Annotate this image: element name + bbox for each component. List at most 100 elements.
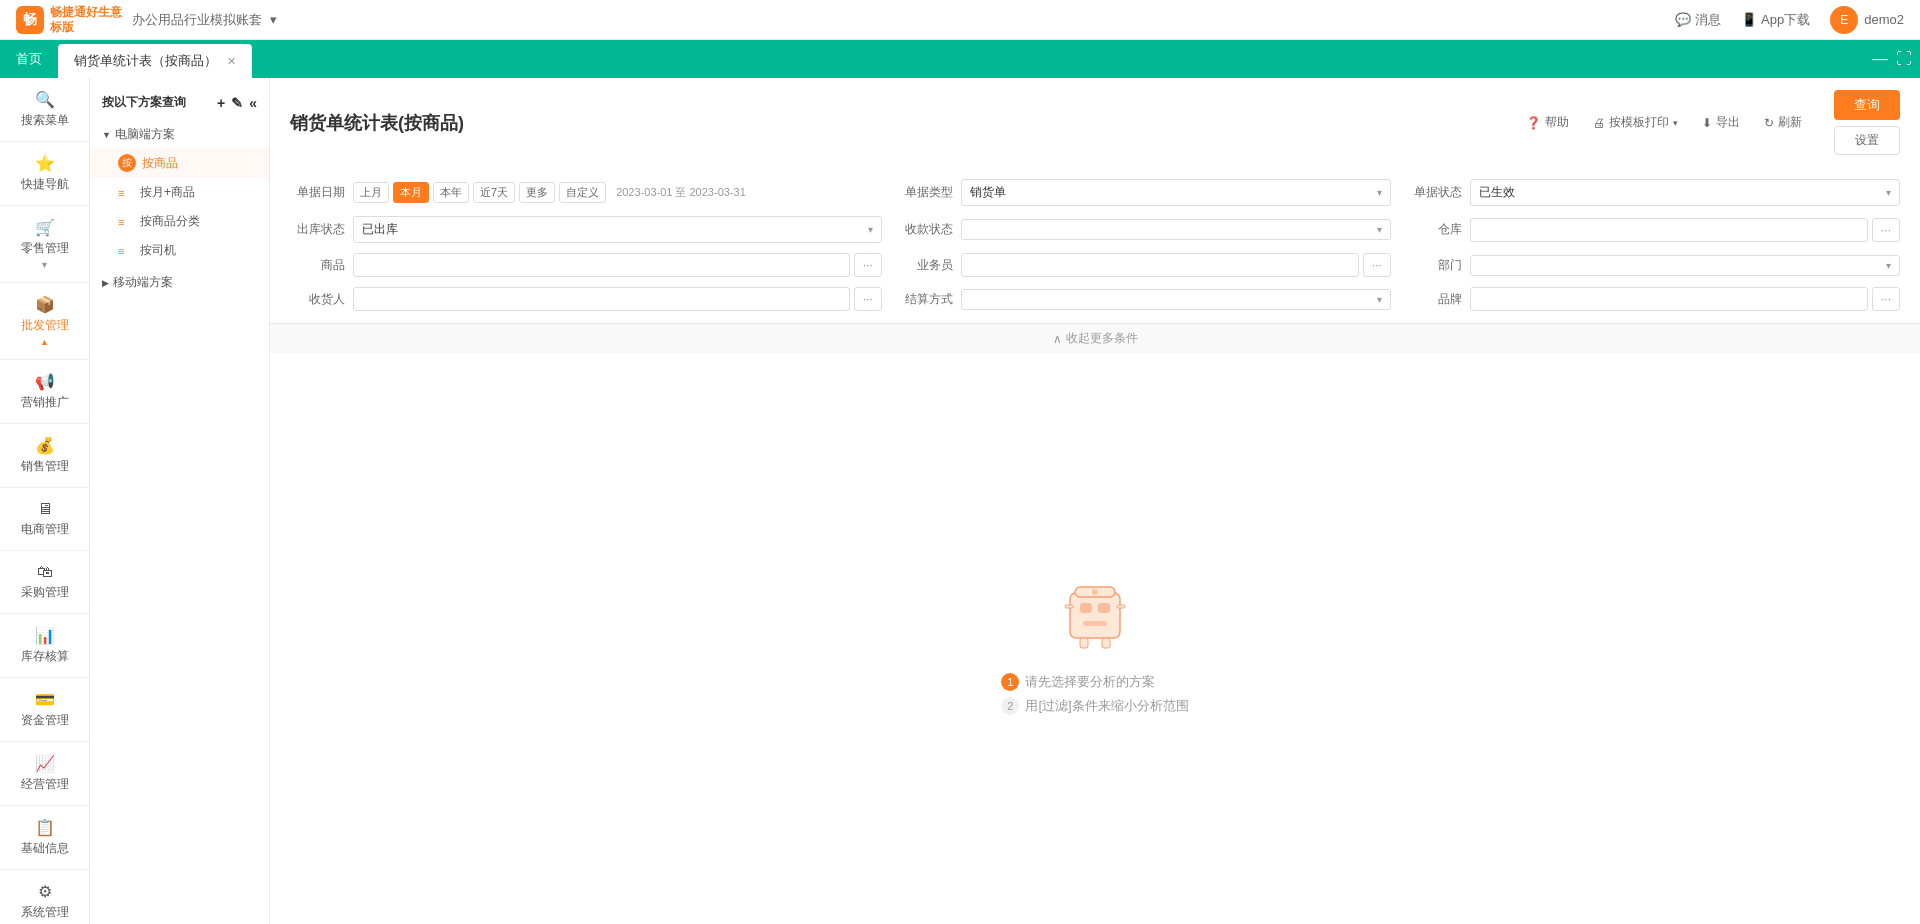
settings-btn[interactable]: 设置 — [1834, 126, 1900, 155]
scheme-item-by-cashier[interactable]: ≡ 按司机 — [90, 236, 269, 265]
left-panel-header: 按以下方案查询 + ✎ « — [90, 88, 269, 117]
app-download-action[interactable]: 📱 App下载 — [1741, 11, 1810, 29]
print-template-btn[interactable]: 🖨 按模板打印 ▾ — [1585, 110, 1686, 135]
docstatus-select[interactable]: 已生效 ▾ — [1470, 179, 1900, 206]
page-actions: ❓ 帮助 🖨 按模板打印 ▾ ⬇ 导出 ↻ — [1518, 90, 1900, 155]
sidebar-item-wholesale[interactable]: 📦 批发管理 ▲ — [0, 283, 89, 360]
brand-ellipsis-btn[interactable]: ··· — [1872, 287, 1900, 311]
filter-row-1: 单据日期 上月 本月 本年 近7天 更多 自定义 2023-03-01 至 20… — [290, 179, 1900, 206]
inventory-icon: 📊 — [35, 626, 55, 645]
filter-wrapper: 销货单统计表(按商品) ❓ 帮助 🖨 按模板打印 ▾ ⬇ — [270, 78, 1920, 353]
filter-row-2: 出库状态 已出库 ▾ 收款状态 — [290, 216, 1900, 243]
settlement-select[interactable]: ▾ — [961, 289, 1391, 310]
refresh-btn[interactable]: ↻ 刷新 — [1756, 110, 1810, 135]
outstatus-label: 出库状态 — [290, 221, 345, 238]
sidebar-item-marketing[interactable]: 📢 营销推广 — [0, 360, 89, 424]
app-title: 办公用品行业模拟账套 ▾ — [132, 11, 277, 29]
payment-chevron-icon: ▾ — [1377, 224, 1382, 235]
payment-select[interactable]: ▾ — [961, 219, 1391, 240]
svg-rect-1 — [1080, 603, 1092, 613]
salesperson-input[interactable] — [961, 253, 1359, 277]
tab-maximize-btn[interactable]: ⛶ — [1896, 51, 1912, 67]
date-btn-this-year[interactable]: 本年 — [433, 182, 469, 203]
header-right: 💬 消息 📱 App下载 E demo2 — [1675, 6, 1904, 34]
quick-nav-icon: ⭐ — [35, 154, 55, 173]
help-btn[interactable]: ❓ 帮助 — [1518, 110, 1577, 135]
sidebar-item-search-menu[interactable]: 🔍 搜索菜单 — [0, 78, 89, 142]
marketing-icon: 📢 — [35, 372, 55, 391]
logo-icon: 畅 — [16, 6, 44, 34]
tab-bar: 首页 销货单统计表（按商品） ✕ — ⛶ — [0, 40, 1920, 78]
export-btn[interactable]: ⬇ 导出 — [1694, 110, 1748, 135]
pc-scheme-title[interactable]: ▼ 电脑端方案 — [90, 121, 269, 148]
svg-rect-5 — [1117, 605, 1125, 608]
date-btn-this-month[interactable]: 本月 — [393, 182, 429, 203]
doctype-select[interactable]: 销货单 ▾ — [961, 179, 1391, 206]
user-area[interactable]: E demo2 — [1830, 6, 1904, 34]
edit-scheme-btn[interactable]: ✎ — [231, 95, 243, 111]
sidebar-item-inventory[interactable]: 📊 库存核算 — [0, 614, 89, 678]
scheme-item-by-product-category[interactable]: ≡ 按商品分类 — [90, 207, 269, 236]
date-label: 单据日期 — [290, 184, 345, 201]
date-btn-more[interactable]: 更多 — [519, 182, 555, 203]
mobile-scheme-title[interactable]: ▶ 移动端方案 — [90, 269, 269, 296]
filter-department-field: 部门 ▾ — [1407, 255, 1900, 276]
collapse-bar[interactable]: ∧ 收起更多条件 — [270, 323, 1920, 353]
date-shortcuts: 上月 本月 本年 近7天 更多 自定义 2023-03-01 至 2023-03… — [353, 182, 746, 203]
filter-salesperson-field: 业务员 ··· — [898, 253, 1391, 277]
brand-input[interactable] — [1470, 287, 1868, 311]
tab-close-icon[interactable]: ✕ — [227, 55, 236, 68]
date-btn-last-month[interactable]: 上月 — [353, 182, 389, 203]
empty-tips: 1 请先选择要分析的方案 2 用[过滤]条件来缩小分析范围 — [1001, 673, 1188, 715]
add-scheme-btn[interactable]: + — [217, 95, 225, 111]
date-control: 上月 本月 本年 近7天 更多 自定义 2023-03-01 至 2023-03… — [353, 182, 882, 203]
receiver-ellipsis-btn[interactable]: ··· — [854, 287, 882, 311]
tab-home[interactable]: 首页 — [0, 40, 58, 78]
export-icon: ⬇ — [1702, 116, 1712, 130]
sidebar-item-system[interactable]: ⚙ 系统管理 — [0, 870, 89, 924]
receiver-control: ··· — [353, 287, 882, 311]
salesperson-ellipsis-btn[interactable]: ··· — [1363, 253, 1391, 277]
scheme-item-by-product[interactable]: 按 按商品 — [90, 148, 269, 178]
date-btn-custom[interactable]: 自定义 — [559, 182, 606, 203]
sidebar-item-sales[interactable]: 💰 销售管理 — [0, 424, 89, 488]
docstatus-chevron-icon: ▾ — [1886, 187, 1891, 198]
scheme-item-by-month-product[interactable]: ≡ 按月+商品 — [90, 178, 269, 207]
query-settings-area: 查询 设置 — [1834, 90, 1900, 155]
query-btn[interactable]: 查询 — [1834, 90, 1900, 120]
left-panel-actions: + ✎ « — [217, 95, 257, 111]
page-title-row: 销货单统计表(按商品) ❓ 帮助 🖨 按模板打印 ▾ ⬇ — [270, 78, 1920, 155]
sidebar: 🔍 搜索菜单 ⭐ 快捷导航 🛒 零售管理 ▼ 📦 批发管理 ▲ 📢 营销推广 💰… — [0, 78, 90, 924]
message-action[interactable]: 💬 消息 — [1675, 11, 1721, 29]
print-chevron-icon: ▾ — [1673, 118, 1678, 128]
filter-docstatus-field: 单据状态 已生效 ▾ — [1407, 179, 1900, 206]
product-ellipsis-btn[interactable]: ··· — [854, 253, 882, 277]
receiver-input[interactable] — [353, 287, 850, 311]
scheme-group-pc: ▼ 电脑端方案 按 按商品 ≡ 按月+商品 ≡ 按商品分类 ≡ 按司机 — [90, 121, 269, 265]
filter-row-3: 商品 ··· 业务员 ··· — [290, 253, 1900, 277]
collapse-panel-btn[interactable]: « — [249, 95, 257, 111]
doctype-control: 销货单 ▾ — [961, 179, 1391, 206]
sidebar-item-finance[interactable]: 💳 资金管理 — [0, 678, 89, 742]
sidebar-item-operations[interactable]: 📈 经营管理 — [0, 742, 89, 806]
filter-date-field: 单据日期 上月 本月 本年 近7天 更多 自定义 2023-03-01 至 20… — [290, 182, 882, 203]
sidebar-item-ecommerce[interactable]: 🖥 电商管理 — [0, 488, 89, 551]
date-btn-7days[interactable]: 近7天 — [473, 182, 515, 203]
tab-sales-stat[interactable]: 销货单统计表（按商品） ✕ — [58, 44, 252, 78]
sidebar-item-purchase[interactable]: 🛍 采购管理 — [0, 551, 89, 614]
sidebar-item-retail[interactable]: 🛒 零售管理 ▼ — [0, 206, 89, 283]
sidebar-item-basic[interactable]: 📋 基础信息 — [0, 806, 89, 870]
settlement-chevron-icon: ▾ — [1377, 294, 1382, 305]
outstatus-select[interactable]: 已出库 ▾ — [353, 216, 882, 243]
tip-num-2: 2 — [1001, 697, 1019, 715]
warehouse-input[interactable] — [1470, 218, 1868, 242]
sidebar-item-quick-nav[interactable]: ⭐ 快捷导航 — [0, 142, 89, 206]
collapse-chevron-up-icon: ∧ — [1053, 332, 1062, 346]
product-input[interactable] — [353, 253, 850, 277]
filter-product-field: 商品 ··· — [290, 253, 882, 277]
warehouse-ellipsis-btn[interactable]: ··· — [1872, 218, 1900, 242]
tab-minimize-btn[interactable]: — — [1872, 51, 1888, 67]
payment-control: ▾ — [961, 219, 1391, 240]
department-select[interactable]: ▾ — [1470, 255, 1900, 276]
finance-icon: 💳 — [35, 690, 55, 709]
